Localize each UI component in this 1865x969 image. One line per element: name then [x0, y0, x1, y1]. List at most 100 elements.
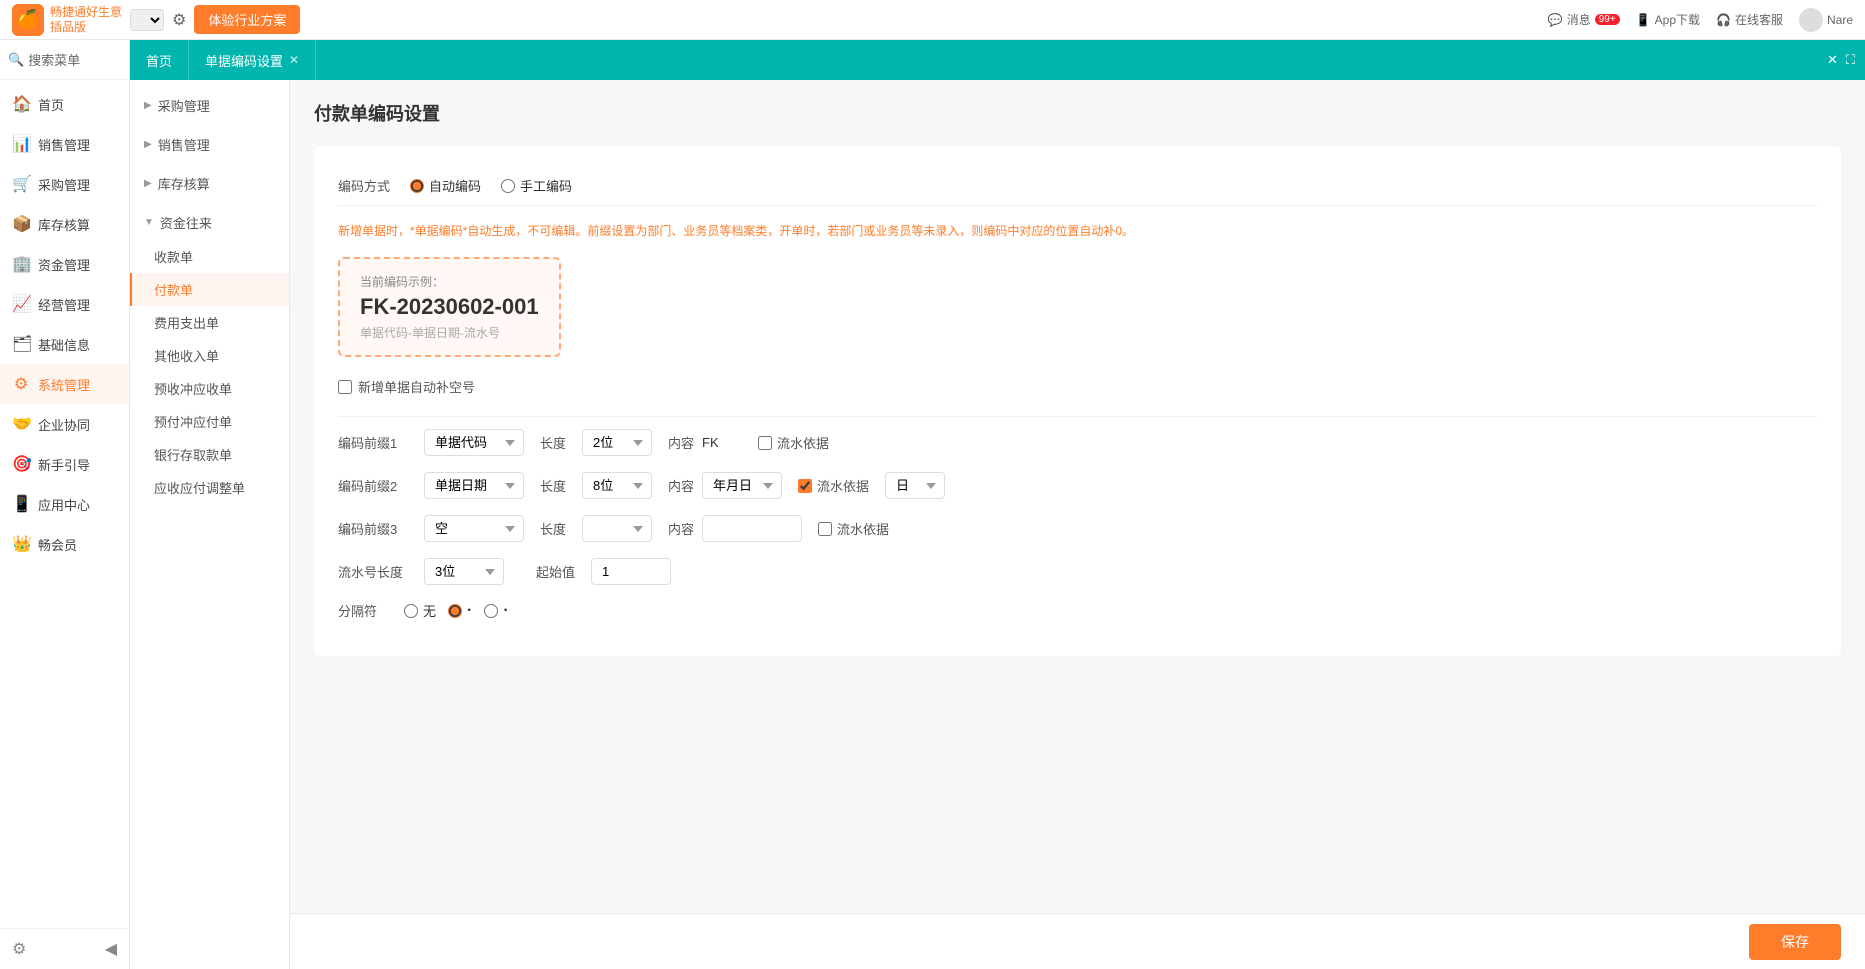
auto-fill-label: 新增单据自动补空号 [358, 377, 475, 396]
start-value-input[interactable] [591, 558, 671, 585]
sidebar-item-finance[interactable]: 🏢 资金管理 [0, 244, 129, 284]
form-area: 付款单编码设置 编码方式 自动编码 手工编码 [290, 80, 1865, 913]
sep-dash-radio[interactable] [448, 604, 462, 618]
sidebar-item-base[interactable]: 🗂 基础信息 [0, 324, 129, 364]
tab-bar-controls: ✕ ⛶ [1817, 40, 1865, 80]
sub-sidebar-item-bank[interactable]: 银行存取款单 [130, 438, 289, 471]
sidebar-item-home-label: 首页 [38, 95, 64, 114]
length2-select[interactable]: 8位 [582, 472, 652, 499]
sub-sidebar-title-purchase[interactable]: ▶ 采购管理 [130, 88, 289, 123]
search-icon: 🔍 [8, 52, 24, 68]
sub-sidebar-title-inventory[interactable]: ▶ 库存核算 [130, 166, 289, 201]
messages-badge: 99+ [1595, 14, 1620, 25]
length1-select[interactable]: 2位 [582, 429, 652, 456]
auto-fill-checkbox[interactable] [338, 380, 352, 394]
workspace-selector[interactable] [130, 9, 164, 31]
sub-sidebar-group-purchase: ▶ 采购管理 [130, 88, 289, 123]
top-bar-actions: ⚙ 体验行业方案 [130, 5, 300, 34]
sidebar-item-apps-label: 应用中心 [38, 495, 90, 514]
prefix1-select[interactable]: 单据代码 [424, 429, 524, 456]
sep-dot-label: · [503, 602, 508, 620]
sidebar-item-member[interactable]: 👑 畅会员 [0, 524, 129, 564]
stream3-checkbox[interactable] [818, 522, 832, 536]
top-bar: 🍊 畅捷通好生意 插品版 ⚙ 体验行业方案 💬 消息 99+ 📱 App下载 🎧 [0, 0, 1865, 40]
experience-btn[interactable]: 体验行业方案 [194, 5, 300, 34]
sidebar-item-inventory[interactable]: 📦 库存核算 [0, 204, 129, 244]
tab-home-label: 首页 [146, 51, 172, 70]
tab-close-icon[interactable]: ✕ [289, 53, 299, 67]
sep-none-option[interactable]: 无 [404, 601, 436, 620]
sub-sidebar-item-payment[interactable]: 付款单 [130, 273, 289, 306]
adjust-label: 应收应付调整单 [154, 481, 245, 496]
sidebar-item-purchase[interactable]: 🛒 采购管理 [0, 164, 129, 204]
tab-bar-spacer [316, 40, 1817, 80]
sub-sidebar: ▶ 采购管理 ▶ 销售管理 ▶ 库存核算 [130, 80, 290, 969]
content3-section: 内容 [668, 515, 802, 542]
serial-length-select[interactable]: 3位 [424, 558, 504, 585]
online-service-item[interactable]: 🎧 在线客服 [1716, 11, 1783, 28]
stream2-checkbox-label[interactable]: 流水依据 [798, 476, 869, 495]
sep-none-radio[interactable] [404, 604, 418, 618]
tab-encode-label: 单据编码设置 [205, 51, 283, 70]
sidebar-item-sales[interactable]: 📊 销售管理 [0, 124, 129, 164]
content3-input[interactable] [702, 515, 802, 542]
top-bar-left: 🍊 畅捷通好生意 插品版 ⚙ 体验行业方案 [12, 4, 300, 36]
app-download-label: App下载 [1655, 11, 1700, 28]
length3-select[interactable] [582, 515, 652, 542]
sep-dash-option[interactable]: · [448, 602, 472, 620]
manual-encode-radio[interactable] [501, 179, 515, 193]
stream2-checkbox[interactable] [798, 479, 812, 493]
sidebar-search-label: 搜索菜单 [28, 50, 80, 69]
auto-encode-option[interactable]: 自动编码 [410, 176, 481, 195]
content-panel: ▶ 采购管理 ▶ 销售管理 ▶ 库存核算 [130, 80, 1865, 969]
sub-sidebar-item-expense[interactable]: 费用支出单 [130, 306, 289, 339]
content1-label: 内容 [668, 433, 694, 452]
sidebar-item-newbie[interactable]: 🎯 新手引导 [0, 444, 129, 484]
sidebar-nav: 🏠 首页 📊 销售管理 🛒 采购管理 📦 库存核算 🏢 资金管理 📈 经 [0, 80, 129, 928]
finance-icon: 🏢 [12, 254, 30, 274]
sidebar-item-operation[interactable]: 📈 经营管理 [0, 284, 129, 324]
username: Nare [1827, 13, 1853, 27]
sidebar-item-enterprise[interactable]: 🤝 企业协同 [0, 404, 129, 444]
tab-close-all-icon[interactable]: ✕ [1827, 52, 1838, 68]
settings-icon[interactable]: ⚙ [172, 10, 186, 30]
messages-item[interactable]: 💬 消息 99+ [1548, 11, 1620, 28]
auto-encode-radio[interactable] [410, 179, 424, 193]
sidebar-item-home[interactable]: 🏠 首页 [0, 84, 129, 124]
manual-encode-option[interactable]: 手工编码 [501, 176, 572, 195]
sub-sidebar-title-sales[interactable]: ▶ 销售管理 [130, 127, 289, 162]
content2-select[interactable]: 年月日 [702, 472, 782, 499]
sub-sidebar-item-receipt[interactable]: 收款单 [130, 240, 289, 273]
sidebar-item-apps[interactable]: 📱 应用中心 [0, 484, 129, 524]
sub-sidebar-item-other-income[interactable]: 其他收入单 [130, 339, 289, 372]
tab-expand-icon[interactable]: ⛶ [1846, 52, 1855, 68]
sub-sidebar-title-finance[interactable]: ▼ 资金往来 [130, 205, 289, 240]
info-text-content: 新增单据时，*单据编码*自动生成，不可编辑。前缀设置为部门、业务员等档案类，开单… [338, 224, 1134, 238]
stream3-checkbox-label[interactable]: 流水依据 [818, 519, 889, 538]
prefix2-select[interactable]: 单据日期 [424, 472, 524, 499]
save-button[interactable]: 保存 [1749, 924, 1841, 960]
sep-dot-option[interactable]: · [484, 602, 508, 620]
app-download-item[interactable]: 📱 App下载 [1636, 11, 1700, 28]
app-icon: 📱 [1636, 13, 1651, 27]
sidebar-item-newbie-label: 新手引导 [38, 455, 90, 474]
brand: 🍊 畅捷通好生意 插品版 [12, 4, 122, 36]
user-profile[interactable]: Nare [1799, 8, 1853, 32]
tab-encode-settings[interactable]: 单据编码设置 ✕ [189, 40, 316, 80]
prefix3-select[interactable]: 空 [424, 515, 524, 542]
stream1-checkbox[interactable] [758, 436, 772, 450]
tab-home[interactable]: 首页 [130, 40, 189, 80]
collapse-icon[interactable]: ◀ [105, 939, 117, 959]
stream1-checkbox-label[interactable]: 流水依据 [758, 433, 829, 452]
prefix3-row: 编码前缀3 空 长度 内容 [338, 515, 1817, 542]
sub-sidebar-item-adjust[interactable]: 应收应付调整单 [130, 471, 289, 504]
sidebar-item-system[interactable]: ⚙ 系统管理 [0, 364, 129, 404]
sub-sidebar-item-advance-recv[interactable]: 预收冲应收单 [130, 372, 289, 405]
settings-footer-icon[interactable]: ⚙ [12, 939, 26, 959]
preview-label: 当前编码示例： [360, 273, 539, 290]
sep-dot-radio[interactable] [484, 604, 498, 618]
sub-sidebar-item-advance-pay[interactable]: 预付冲应付单 [130, 405, 289, 438]
stream2-unit-select[interactable]: 日 [885, 472, 945, 499]
sub-sidebar-group-finance: ▼ 资金往来 收款单 付款单 费用支出单 其他收入单 [130, 205, 289, 504]
sidebar-search[interactable]: 🔍 搜索菜单 [0, 40, 129, 80]
